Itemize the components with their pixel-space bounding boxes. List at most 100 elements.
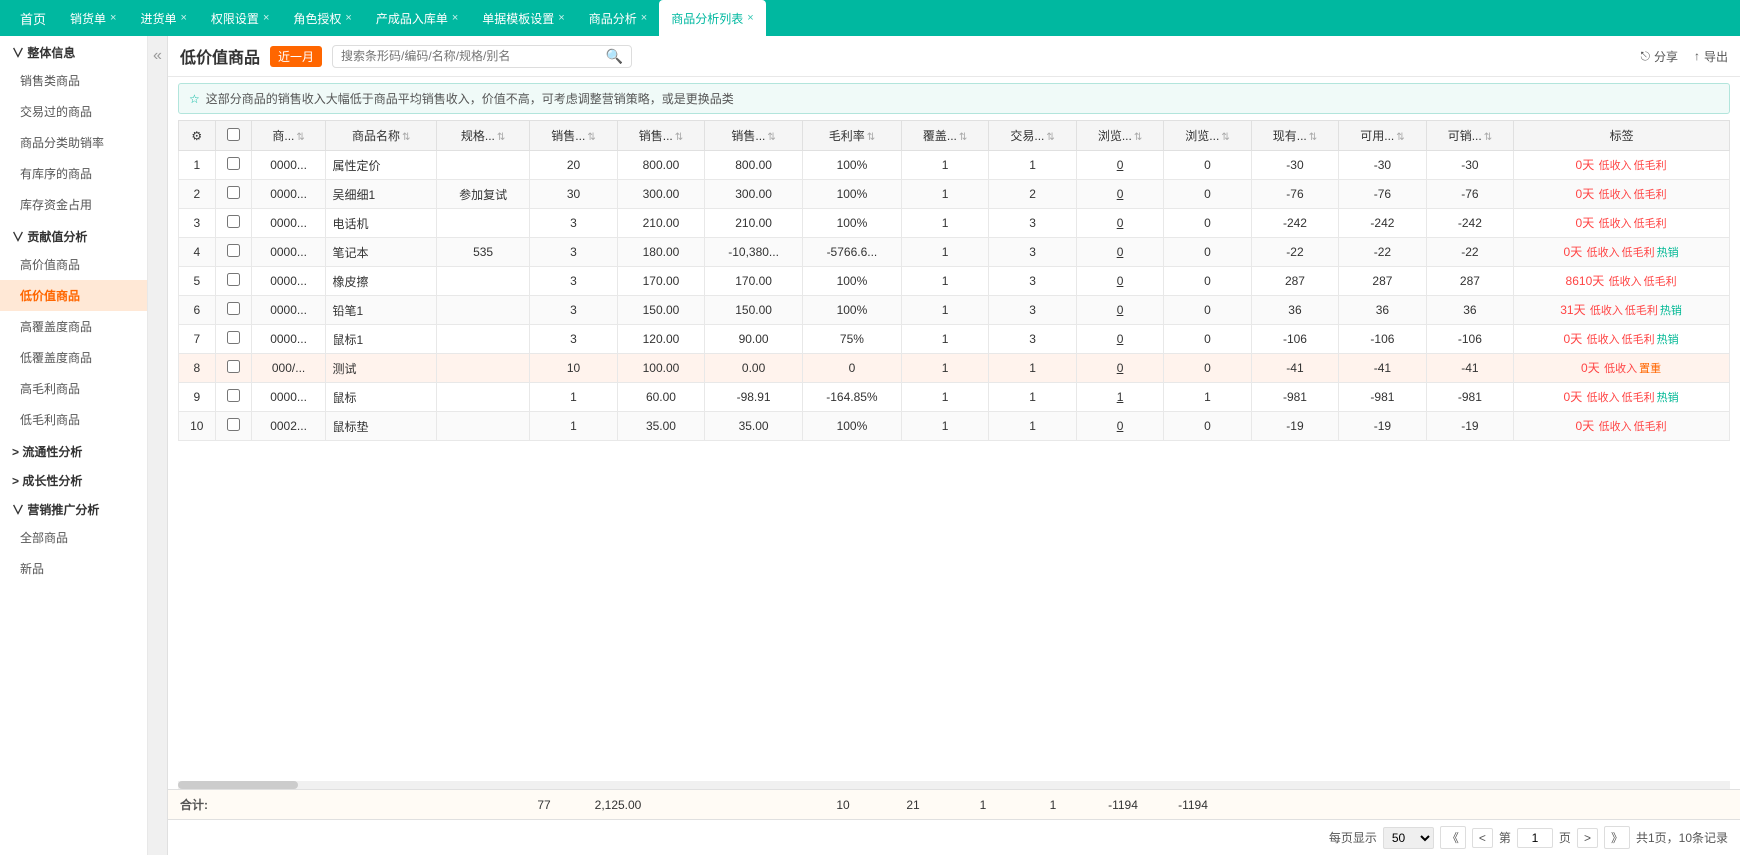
browse-link[interactable]: 1 bbox=[1117, 390, 1124, 404]
browse-link[interactable]: 0 bbox=[1117, 361, 1124, 375]
row-browse1[interactable]: 0 bbox=[1076, 180, 1163, 209]
prev-page-btn[interactable]: < bbox=[1472, 828, 1493, 848]
table-container[interactable]: ⚙ 商...⇅ 商品名称⇅ 规格...⇅ 销售...⇅ 销售...⇅ 销售...… bbox=[168, 120, 1740, 781]
sidebar-item-sales-goods[interactable]: 销售类商品 bbox=[0, 65, 147, 96]
nav-template-close[interactable]: × bbox=[558, 12, 564, 24]
row-browse1[interactable]: 0 bbox=[1076, 296, 1163, 325]
browse-link[interactable]: 0 bbox=[1117, 158, 1124, 172]
browse-link[interactable]: 0 bbox=[1117, 303, 1124, 317]
sidebar-item-traded-goods[interactable]: 交易过的商品 bbox=[0, 96, 147, 127]
sidebar-item-high-coverage[interactable]: 高覆盖度商品 bbox=[0, 311, 147, 342]
sidebar-item-high-value[interactable]: 高价值商品 bbox=[0, 249, 147, 280]
nav-sales[interactable]: 销货单 × bbox=[58, 0, 128, 36]
sidebar-group-circulation[interactable]: > 流通性分析 bbox=[0, 435, 147, 464]
row-browse1[interactable]: 0 bbox=[1076, 267, 1163, 296]
sidebar-item-inventory-capital[interactable]: 库存资金占用 bbox=[0, 189, 147, 220]
col-settings[interactable]: ⚙ bbox=[179, 121, 216, 151]
next-page-btn[interactable]: > bbox=[1577, 828, 1598, 848]
row-checkbox[interactable] bbox=[215, 296, 251, 325]
last-page-btn[interactable]: 》 bbox=[1604, 826, 1630, 849]
row-select-checkbox[interactable] bbox=[227, 157, 240, 170]
nav-analysis-list[interactable]: 商品分析列表 × bbox=[659, 0, 765, 36]
nav-warehouse[interactable]: 产成品入库单 × bbox=[364, 0, 470, 36]
browse-link[interactable]: 0 bbox=[1117, 332, 1124, 346]
share-btn[interactable]: ⎋ 分享 bbox=[1640, 48, 1678, 65]
row-select-checkbox[interactable] bbox=[227, 331, 240, 344]
sidebar-item-category-sales[interactable]: 商品分类助销率 bbox=[0, 127, 147, 158]
scrollbar-thumb[interactable] bbox=[178, 781, 298, 789]
sidebar-group-overall[interactable]: ∨ 整体信息 bbox=[0, 36, 147, 65]
row-checkbox[interactable] bbox=[215, 209, 251, 238]
col-browse1[interactable]: 浏览...⇅ bbox=[1076, 121, 1163, 151]
sidebar-item-new-goods[interactable]: 新品 bbox=[0, 553, 147, 584]
first-page-btn[interactable]: 《 bbox=[1440, 826, 1466, 849]
row-checkbox[interactable] bbox=[215, 151, 251, 180]
sidebar-group-marketing[interactable]: ∨ 营销推广分析 bbox=[0, 493, 147, 522]
col-stock[interactable]: 现有...⇅ bbox=[1251, 121, 1338, 151]
page-input[interactable] bbox=[1517, 828, 1553, 848]
col-name[interactable]: 商品名称⇅ bbox=[326, 121, 436, 151]
sidebar-collapse-btn[interactable]: « bbox=[148, 36, 168, 855]
nav-roles-close[interactable]: × bbox=[345, 12, 351, 24]
col-trade[interactable]: 交易...⇅ bbox=[989, 121, 1076, 151]
browse-link[interactable]: 0 bbox=[1117, 419, 1124, 433]
sidebar-item-low-value[interactable]: 低价值商品 bbox=[0, 280, 147, 311]
col-tags[interactable]: 标签 bbox=[1514, 121, 1730, 151]
col-sales1[interactable]: 销售...⇅ bbox=[617, 121, 704, 151]
browse-link[interactable]: 0 bbox=[1117, 245, 1124, 259]
nav-purchase[interactable]: 进货单 × bbox=[128, 0, 198, 36]
row-checkbox[interactable] bbox=[215, 354, 251, 383]
col-code[interactable]: 商...⇅ bbox=[251, 121, 326, 151]
row-checkbox[interactable] bbox=[215, 412, 251, 441]
sidebar-item-high-margin[interactable]: 高毛利商品 bbox=[0, 373, 147, 404]
nav-sales-close[interactable]: × bbox=[110, 12, 116, 24]
row-browse1[interactable]: 0 bbox=[1076, 354, 1163, 383]
col-qty[interactable]: 销售...⇅ bbox=[530, 121, 617, 151]
row-browse1[interactable]: 0 bbox=[1076, 325, 1163, 354]
search-input[interactable] bbox=[341, 49, 602, 63]
nav-permissions[interactable]: 权限设置 × bbox=[199, 0, 281, 36]
row-checkbox[interactable] bbox=[215, 238, 251, 267]
row-checkbox[interactable] bbox=[215, 325, 251, 354]
row-browse1[interactable]: 0 bbox=[1076, 238, 1163, 267]
per-page-select[interactable]: 50 100 200 bbox=[1383, 827, 1434, 849]
row-checkbox[interactable] bbox=[215, 180, 251, 209]
row-select-checkbox[interactable] bbox=[227, 215, 240, 228]
search-box[interactable]: 🔍 bbox=[332, 45, 632, 68]
nav-warehouse-close[interactable]: × bbox=[452, 12, 458, 24]
nav-home[interactable]: 首页 bbox=[8, 0, 58, 36]
table-scrollbar[interactable] bbox=[178, 781, 1730, 789]
row-select-checkbox[interactable] bbox=[227, 186, 240, 199]
sidebar-group-contribution[interactable]: ∨ 贡献值分析 bbox=[0, 220, 147, 249]
select-all-checkbox[interactable] bbox=[227, 128, 240, 141]
row-browse1[interactable]: 0 bbox=[1076, 412, 1163, 441]
sidebar-item-stocked-goods[interactable]: 有库序的商品 bbox=[0, 158, 147, 189]
nav-roles[interactable]: 角色授权 × bbox=[281, 0, 363, 36]
row-select-checkbox[interactable] bbox=[227, 302, 240, 315]
col-cover[interactable]: 覆盖...⇅ bbox=[901, 121, 988, 151]
col-spec[interactable]: 规格...⇅ bbox=[436, 121, 529, 151]
row-select-checkbox[interactable] bbox=[227, 273, 240, 286]
sidebar-group-growth[interactable]: > 成长性分析 bbox=[0, 464, 147, 493]
col-avail[interactable]: 可用...⇅ bbox=[1339, 121, 1426, 151]
nav-template[interactable]: 单据模板设置 × bbox=[470, 0, 576, 36]
browse-link[interactable]: 0 bbox=[1117, 216, 1124, 230]
row-select-checkbox[interactable] bbox=[227, 360, 240, 373]
browse-link[interactable]: 0 bbox=[1117, 274, 1124, 288]
row-checkbox[interactable] bbox=[215, 383, 251, 412]
col-browse2[interactable]: 浏览...⇅ bbox=[1164, 121, 1251, 151]
nav-analysis-close[interactable]: × bbox=[641, 12, 647, 24]
col-margin[interactable]: 毛利率⇅ bbox=[802, 121, 901, 151]
browse-link[interactable]: 0 bbox=[1117, 187, 1124, 201]
row-browse1[interactable]: 0 bbox=[1076, 209, 1163, 238]
export-btn[interactable]: ↑ 导出 bbox=[1694, 48, 1728, 65]
nav-analysis[interactable]: 商品分析 × bbox=[577, 0, 659, 36]
nav-permissions-close[interactable]: × bbox=[263, 12, 269, 24]
nav-purchase-close[interactable]: × bbox=[180, 12, 186, 24]
row-select-checkbox[interactable] bbox=[227, 418, 240, 431]
nav-analysis-list-close[interactable]: × bbox=[747, 12, 753, 24]
time-filter-btn[interactable]: 近一月 bbox=[270, 46, 322, 67]
sidebar-item-low-margin[interactable]: 低毛利商品 bbox=[0, 404, 147, 435]
row-select-checkbox[interactable] bbox=[227, 389, 240, 402]
col-checkbox[interactable] bbox=[215, 121, 251, 151]
